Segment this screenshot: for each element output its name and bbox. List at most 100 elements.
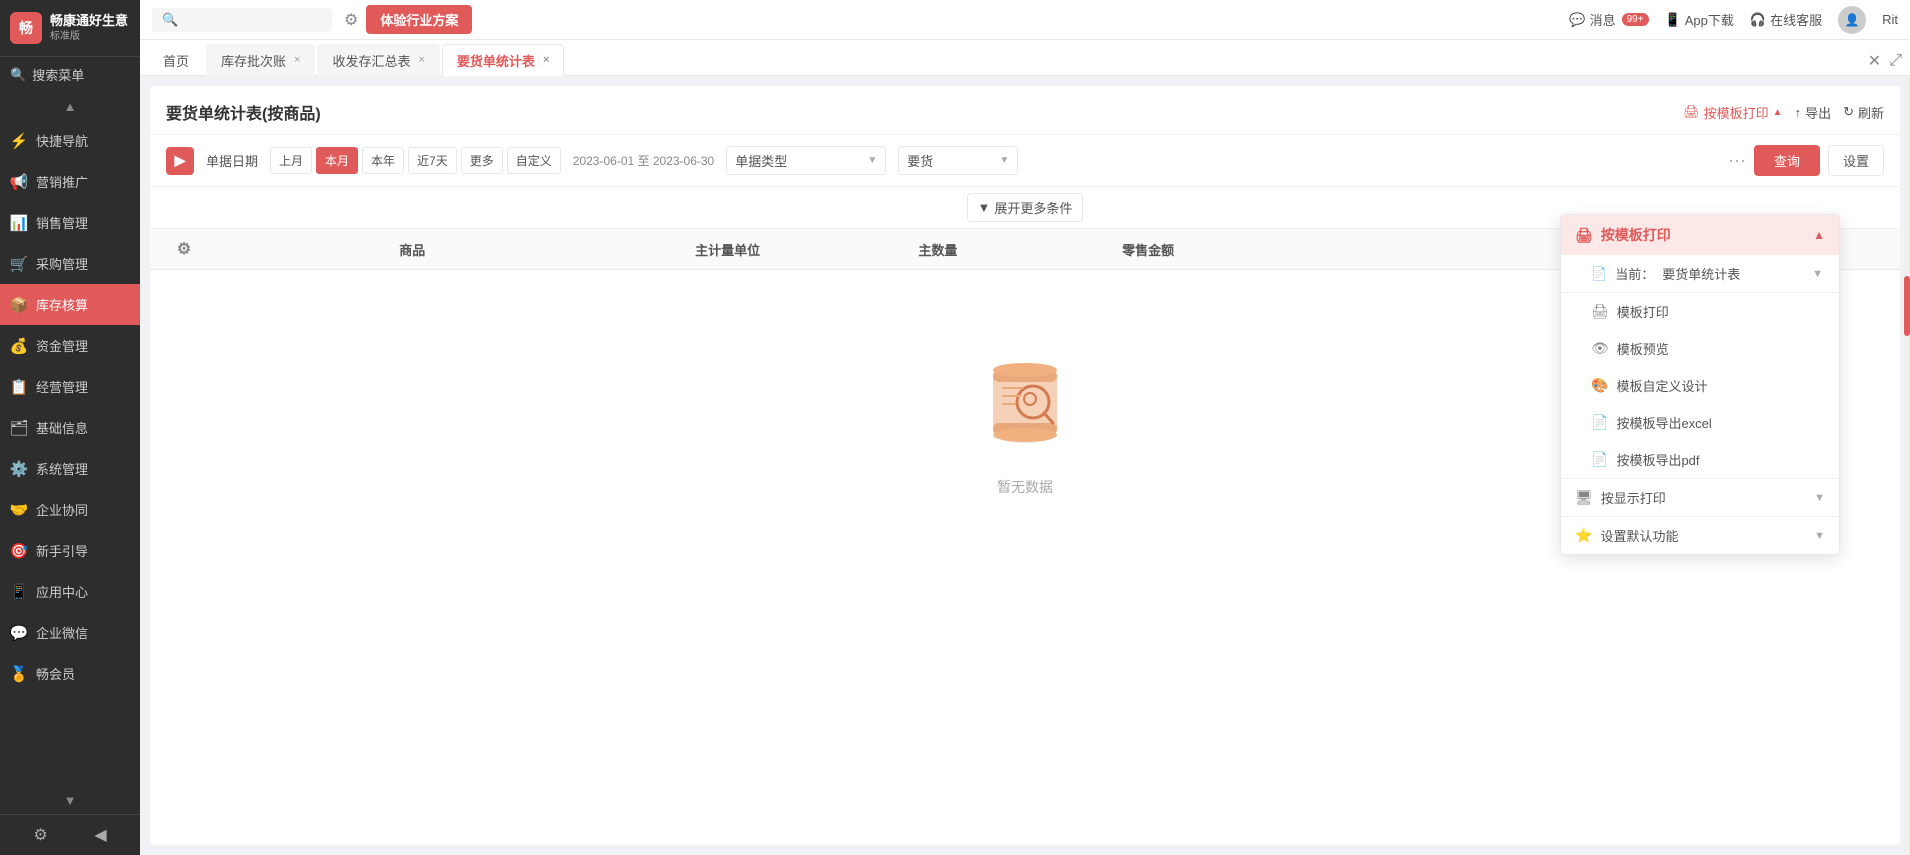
sidebar-item-finance[interactable]: 💰 资金管理 (0, 325, 140, 366)
sidebar-item-system[interactable]: ⚙️ 系统管理 (0, 448, 140, 489)
dropdown-item-template-design[interactable]: 🎨 模板自定义设计 (1561, 367, 1839, 404)
sidebar-scroll-down[interactable]: ▼ (0, 786, 140, 814)
expand-down-icon: ▼ (978, 200, 991, 215)
dropdown-item-export-excel[interactable]: 📄 按模板导出excel (1561, 404, 1839, 441)
dropdown-display-print[interactable]: 🖥 按显示打印 ▼ (1561, 479, 1839, 516)
refresh-btn[interactable]: ↻ 刷新 (1843, 103, 1884, 122)
finance-icon: 💰 (10, 337, 28, 355)
close-receipt-summary-icon[interactable]: × (418, 55, 424, 66)
tab-close-all-icon[interactable]: ✕ (1868, 51, 1881, 71)
tab-expand-icon[interactable]: ⤢ (1889, 52, 1902, 70)
collapse-sidebar-icon[interactable]: ◀ (94, 825, 106, 845)
th-qty: 主数量 (833, 240, 1043, 259)
display-print-label: 按显示打印 (1601, 488, 1666, 507)
sidebar-item-label: 系统管理 (36, 459, 88, 478)
tab-batch-account[interactable]: 库存批次账 × (206, 44, 315, 76)
sidebar-item-purchase[interactable]: 🛒 采购管理 (0, 243, 140, 284)
dropdown-item-export-pdf[interactable]: 📄 按模板导出pdf (1561, 441, 1839, 478)
sidebar-item-app-center[interactable]: 📱 应用中心 (0, 571, 140, 612)
trial-btn[interactable]: 体验行业方案 (366, 5, 472, 34)
settings-icon[interactable]: ⚙ (33, 825, 47, 845)
th-amount: 零售金额 (1043, 240, 1253, 259)
date-btn-this-month[interactable]: 本月 (316, 147, 358, 174)
scrollbar-thumb[interactable] (1904, 276, 1910, 336)
sidebar-item-newbie[interactable]: 🎯 新手引导 (0, 530, 140, 571)
template-print-dropdown: 🖨 按模板打印 ▲ 📄 当前： 要货单统计表 ▼ 🖨 模板打印 (1560, 214, 1840, 555)
topbar-search-icon: 🔍 (162, 12, 178, 28)
quick-nav-icon: ⚡ (10, 132, 28, 150)
export-pdf-icon: 📄 (1591, 451, 1608, 468)
sidebar-item-inventory[interactable]: 📦 库存核算 (0, 284, 140, 325)
setting-button[interactable]: 设置 (1828, 145, 1884, 176)
sidebar-bottom: ⚙ ◀ (0, 814, 140, 855)
filter-expand-btn[interactable]: ▶ (166, 147, 194, 175)
dropdown-current-section: 📄 当前： 要货单统计表 ▼ (1561, 255, 1839, 293)
tab-home[interactable]: 首页 (148, 44, 204, 76)
sidebar-item-membership[interactable]: 🏅 畅会员 (0, 653, 140, 694)
order-type-arrow-icon: ▼ (867, 155, 877, 166)
user-avatar[interactable]: 👤 (1838, 6, 1866, 34)
template-preview-icon: 👁 (1591, 340, 1609, 357)
date-btn-more[interactable]: 更多 (461, 147, 503, 174)
expand-more-btn[interactable]: ▼ 展开更多条件 (967, 193, 1084, 222)
sidebar-item-basics[interactable]: 🗂 基础信息 (0, 407, 140, 448)
current-template-label: 当前： (1615, 264, 1654, 283)
close-order-stats-icon[interactable]: × (543, 55, 549, 66)
sales-icon: 📊 (10, 214, 28, 232)
topbar: 🔍 ⚙ 体验行业方案 💬 消息 99+ 📱 App下载 🎧 在线客服 👤 Rit (140, 0, 1910, 40)
topbar-online-service[interactable]: 🎧 在线客服 (1750, 10, 1822, 29)
topbar-gear-icon[interactable]: ⚙ (344, 10, 358, 30)
sidebar-item-enterprise-wechat[interactable]: 💬 企业微信 (0, 612, 140, 653)
operations-icon: 📋 (10, 378, 28, 396)
template-print-btn[interactable]: 🖨 按模板打印 ▲ (1683, 103, 1782, 122)
sidebar-item-marketing[interactable]: 📢 营销推广 (0, 161, 140, 202)
tab-receipt-summary[interactable]: 收发存汇总表 × (317, 44, 439, 76)
sidebar-item-label: 销售管理 (36, 213, 88, 232)
dropdown-collapse-icon[interactable]: ▲ (1813, 228, 1825, 242)
home-tab-label: 首页 (163, 51, 189, 70)
table-settings-icon[interactable]: ⚙ (177, 241, 191, 258)
sidebar-item-enterprise[interactable]: 🤝 企业协同 (0, 489, 140, 530)
th-checkbox: ⚙ (166, 239, 202, 259)
current-template-item[interactable]: 📄 当前： 要货单统计表 ▼ (1561, 255, 1839, 292)
set-default-label: 设置默认功能 (1600, 526, 1678, 545)
dropdown-header[interactable]: 🖨 按模板打印 ▲ (1561, 215, 1839, 255)
basics-icon: 🗂 (10, 419, 28, 437)
date-btn-7days[interactable]: 近7天 (408, 147, 457, 174)
date-btn-custom[interactable]: 自定义 (507, 147, 561, 174)
topbar-search-area[interactable]: 🔍 (152, 8, 332, 32)
date-btn-this-year[interactable]: 本年 (362, 147, 404, 174)
sidebar-item-label: 企业协同 (36, 500, 88, 519)
more-options-icon[interactable]: ··· (1728, 150, 1746, 171)
set-default-arrow-icon: ▼ (1814, 530, 1825, 542)
date-range-text: 2023-06-01 至 2023-06-30 (573, 152, 714, 169)
receipt-summary-label: 收发存汇总表 (332, 51, 410, 70)
dropdown-item-template-print[interactable]: 🖨 模板打印 (1561, 293, 1839, 330)
sidebar-logo: 畅 畅康通好生意 标准版 (0, 0, 140, 57)
dropdown-item-template-preview[interactable]: 👁 模板预览 (1561, 330, 1839, 367)
query-button[interactable]: 查询 (1754, 145, 1820, 176)
sidebar-item-label: 资金管理 (36, 336, 88, 355)
current-template-name: 要货单统计表 (1662, 264, 1740, 283)
date-btn-last-month[interactable]: 上月 (270, 147, 312, 174)
sidebar-search-btn[interactable]: 🔍 搜索菜单 (0, 57, 140, 92)
tab-order-stats[interactable]: 要货单统计表 × (442, 44, 564, 76)
empty-illustration (965, 350, 1085, 463)
close-batch-account-icon[interactable]: × (294, 55, 300, 66)
right-scrollbar[interactable] (1904, 76, 1910, 855)
dropdown-set-default[interactable]: ⭐ 设置默认功能 ▼ (1561, 517, 1839, 554)
order-type-select[interactable]: 单据类型 ▼ (726, 146, 886, 175)
sidebar-item-quick-nav[interactable]: ⚡ 快捷导航 (0, 120, 140, 161)
topbar-app-download[interactable]: 📱 App下载 (1665, 10, 1734, 29)
topbar-message[interactable]: 💬 消息 99+ (1569, 10, 1648, 29)
sidebar-item-operations[interactable]: 📋 经营管理 (0, 366, 140, 407)
sidebar-scroll-up[interactable]: ▲ (0, 92, 140, 120)
dropdown-default-section: ⭐ 设置默认功能 ▼ (1561, 517, 1839, 554)
template-design-icon: 🎨 (1591, 377, 1608, 394)
newbie-icon: 🎯 (10, 542, 28, 560)
topbar-search-input[interactable] (182, 13, 302, 27)
yaohuodian-filter[interactable]: 要货 ▼ (898, 146, 1018, 175)
export-btn[interactable]: ↑ 导出 (1795, 103, 1832, 122)
sidebar-item-sales[interactable]: 📊 销售管理 (0, 202, 140, 243)
print-header-icon: 🖨 (1575, 227, 1593, 244)
